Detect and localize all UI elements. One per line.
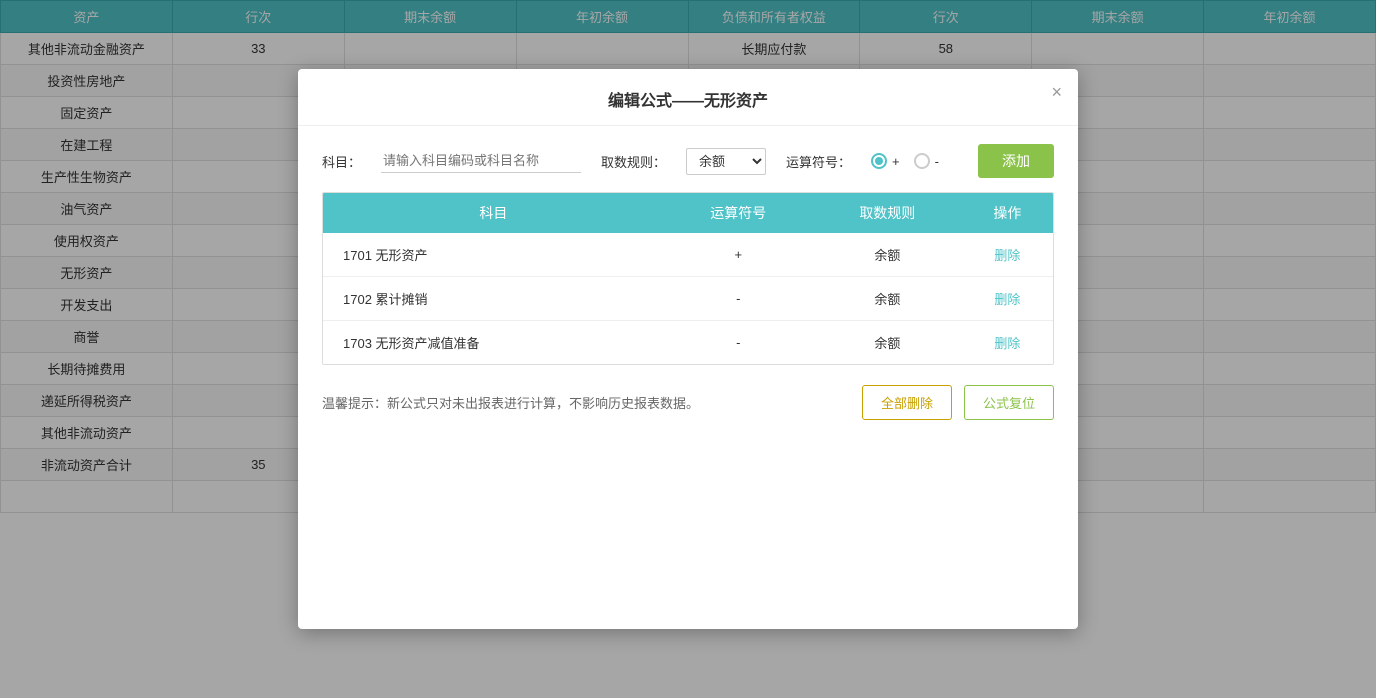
modal-close-button[interactable]: ×: [1051, 83, 1062, 101]
subject-label: 科目：: [322, 152, 361, 171]
formula-subject: 1702 累计摊销: [323, 277, 664, 321]
operator-label: 运算符号：: [786, 152, 851, 171]
formula-subject: 1701 无形资产: [323, 233, 664, 277]
formula-operator: -: [664, 277, 813, 321]
radio-minus-circle: [914, 153, 930, 169]
formula-row: 1701 无形资产 + 余额 删除: [323, 233, 1053, 277]
modal-title: 编辑公式——无形资产: [608, 93, 768, 110]
formula-operator: +: [664, 233, 813, 277]
rule-select-wrap: 余额 借方 贷方: [686, 148, 766, 175]
th-operator: 运算符号: [664, 193, 813, 233]
footer-buttons: 全部删除 公式复位: [862, 385, 1054, 420]
footer-tip: 温馨提示：新公式只对未出报表进行计算，不影响历史报表数据。: [322, 393, 699, 412]
delete-all-button[interactable]: 全部删除: [862, 385, 952, 420]
formula-rule: 余额: [813, 277, 962, 321]
operator-radio-group: + -: [871, 153, 939, 169]
formula-action: 删除: [962, 277, 1053, 321]
reset-formula-button[interactable]: 公式复位: [964, 385, 1054, 420]
formula-table-wrap: 科目 运算符号 取数规则 操作 1701 无形资产 + 余额 删除 1702 累…: [322, 192, 1054, 365]
radio-plus-circle: [871, 153, 887, 169]
th-subject: 科目: [323, 193, 664, 233]
formula-operator: -: [664, 321, 813, 365]
formula-action: 删除: [962, 321, 1053, 365]
formula-rule: 余额: [813, 321, 962, 365]
rule-label: 取数规则：: [601, 152, 666, 171]
th-action: 操作: [962, 193, 1053, 233]
modal-dialog: 编辑公式——无形资产 × 科目： 取数规则： 余额 借方 贷方 运算符号：: [298, 69, 1078, 629]
page-container: 资产 行次 期末余额 年初余额 负债和所有者权益 行次 期末余额 年初余额 其他…: [0, 0, 1376, 698]
formula-table: 科目 运算符号 取数规则 操作 1701 无形资产 + 余额 删除 1702 累…: [323, 193, 1053, 364]
delete-row-button[interactable]: 删除: [994, 245, 1020, 264]
formula-row: 1702 累计摊销 - 余额 删除: [323, 277, 1053, 321]
delete-row-button[interactable]: 删除: [994, 289, 1020, 308]
radio-plus-label: +: [892, 154, 900, 169]
modal-footer: 温馨提示：新公式只对未出报表进行计算，不影响历史报表数据。 全部删除 公式复位: [298, 365, 1078, 428]
th-rule: 取数规则: [813, 193, 962, 233]
formula-form: 科目： 取数规则： 余额 借方 贷方 运算符号： +: [298, 126, 1078, 192]
radio-plus[interactable]: +: [871, 153, 900, 169]
rule-select[interactable]: 余额 借方 贷方: [686, 148, 766, 175]
delete-row-button[interactable]: 删除: [994, 333, 1020, 352]
formula-subject: 1703 无形资产减值准备: [323, 321, 664, 365]
modal-overlay: 编辑公式——无形资产 × 科目： 取数规则： 余额 借方 贷方 运算符号：: [0, 0, 1376, 698]
modal-header: 编辑公式——无形资产 ×: [298, 69, 1078, 126]
add-button[interactable]: 添加: [978, 144, 1054, 178]
radio-minus[interactable]: -: [914, 153, 939, 169]
formula-action: 删除: [962, 233, 1053, 277]
formula-row: 1703 无形资产减值准备 - 余额 删除: [323, 321, 1053, 365]
formula-rule: 余额: [813, 233, 962, 277]
subject-input[interactable]: [381, 149, 581, 173]
radio-minus-label: -: [935, 154, 939, 169]
